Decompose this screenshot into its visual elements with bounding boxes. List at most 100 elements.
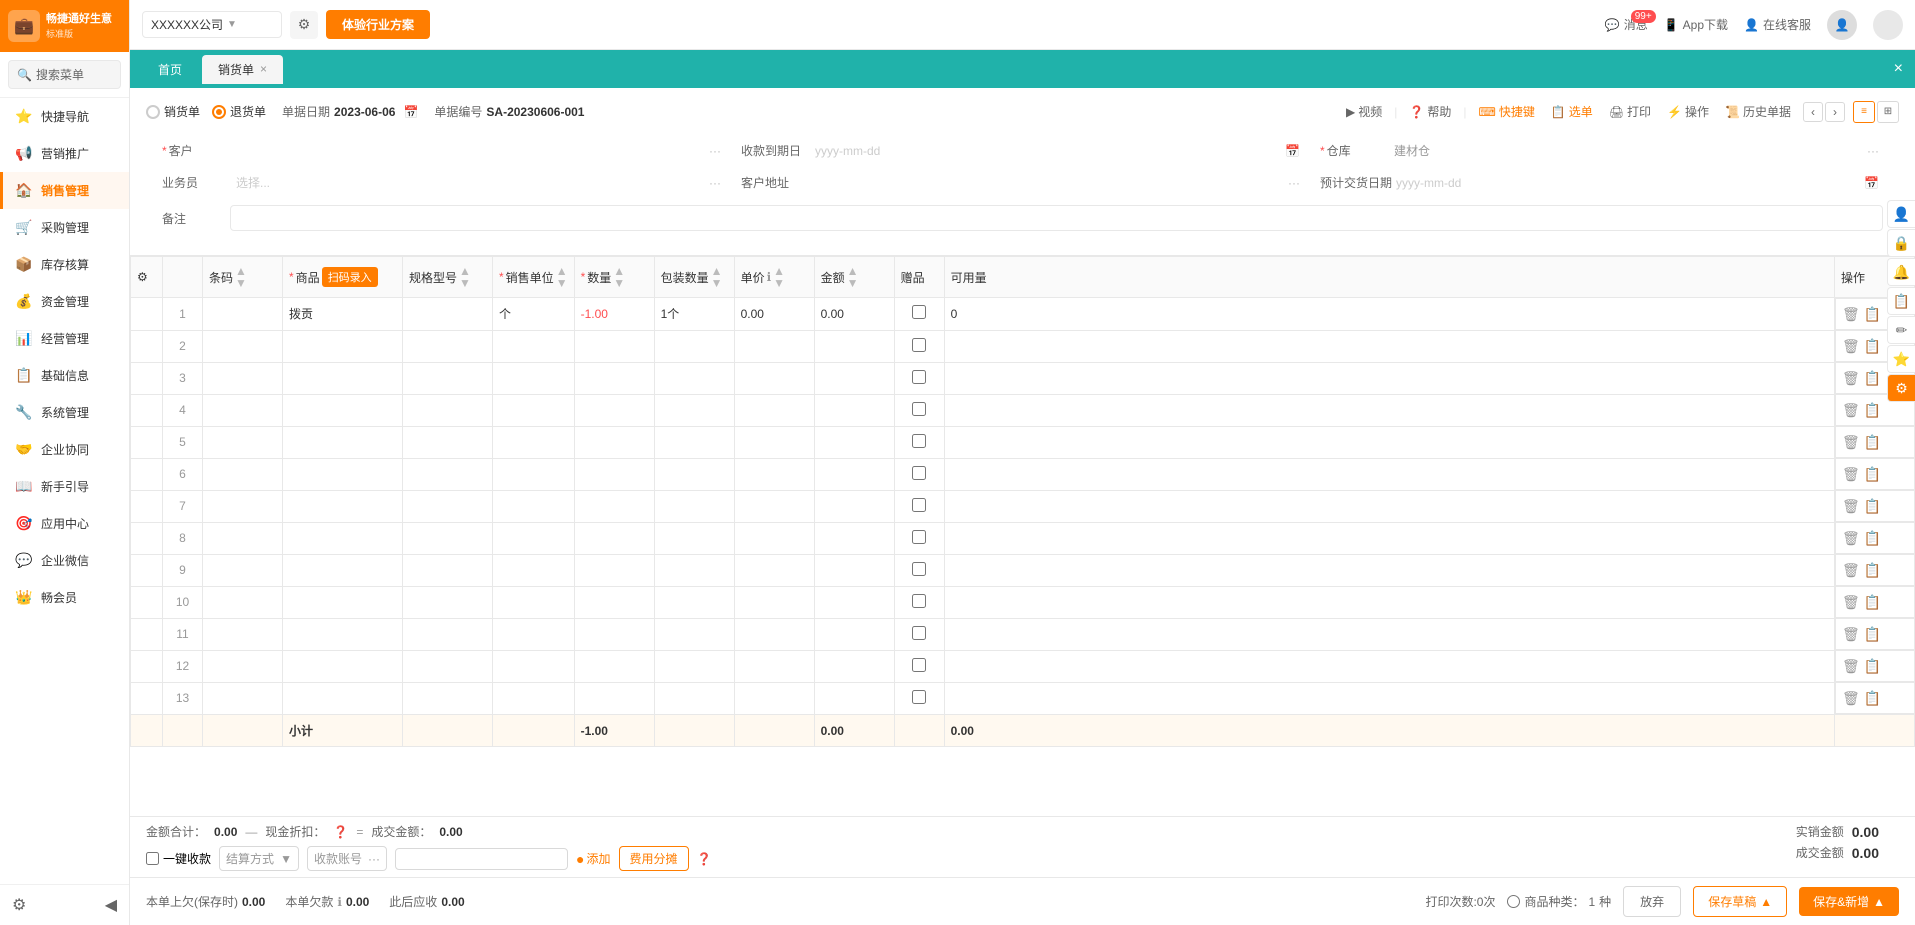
- warehouse-dots-icon[interactable]: ···: [1867, 144, 1879, 158]
- collapse-arrow-icon[interactable]: ◀: [105, 895, 117, 915]
- gift-checkbox-11[interactable]: [912, 626, 926, 640]
- sidebar-item-inventory[interactable]: 📦 库存核算: [0, 246, 129, 283]
- settings-col-icon[interactable]: ⚙: [137, 270, 148, 284]
- gift-checkbox-8[interactable]: [912, 530, 926, 544]
- discount-info-icon[interactable]: ❓: [333, 825, 348, 839]
- float-btn-bell[interactable]: 🔔: [1887, 258, 1915, 286]
- copy-row-icon-5[interactable]: 📋: [1864, 434, 1881, 451]
- sidebar-item-wechat[interactable]: 💬 企业微信: [0, 542, 129, 579]
- delete-row-icon-9[interactable]: 🗑: [1842, 562, 1860, 579]
- customer-input[interactable]: ···: [232, 142, 725, 160]
- gift-checkbox-10[interactable]: [912, 594, 926, 608]
- abandon-button[interactable]: 放弃: [1623, 886, 1681, 917]
- select-order-button[interactable]: 📋 选单: [1547, 100, 1597, 123]
- amount-input[interactable]: [395, 848, 568, 870]
- delete-row-icon-5[interactable]: 🗑: [1842, 434, 1860, 451]
- calc-method-select[interactable]: 结算方式 ▼: [219, 846, 299, 871]
- next-record-button[interactable]: ›: [1825, 102, 1845, 122]
- sidebar-item-member[interactable]: 👑 畅会员: [0, 579, 129, 616]
- delete-row-icon-10[interactable]: 🗑: [1842, 594, 1860, 611]
- user-settings-avatar[interactable]: [1873, 10, 1903, 40]
- copy-row-icon-11[interactable]: 📋: [1864, 626, 1881, 643]
- fee-split-info-icon[interactable]: ❓: [697, 852, 712, 866]
- customer-dots-icon[interactable]: ···: [709, 144, 721, 158]
- fee-split-button[interactable]: 费用分摊: [619, 846, 689, 871]
- trial-plan-button[interactable]: 体验行业方案: [326, 10, 430, 39]
- delete-row-icon-12[interactable]: 🗑: [1842, 658, 1860, 675]
- sidebar-item-finance[interactable]: 💰 资金管理: [0, 283, 129, 320]
- copy-row-icon-4[interactable]: 📋: [1864, 402, 1881, 419]
- grid-view-button[interactable]: ⊞: [1877, 101, 1899, 123]
- account-select[interactable]: 收款账号 ···: [307, 846, 387, 871]
- account-dots-icon[interactable]: ···: [368, 852, 380, 866]
- history-button[interactable]: 📜 历史单据: [1721, 100, 1795, 123]
- copy-row-icon-13[interactable]: 📋: [1864, 690, 1881, 707]
- delete-row-icon-2[interactable]: 🗑: [1842, 338, 1860, 355]
- list-view-button[interactable]: ≡: [1853, 101, 1875, 123]
- sidebar-item-guide[interactable]: 📖 新手引导: [0, 468, 129, 505]
- one-click-pay-check[interactable]: [146, 852, 159, 865]
- copy-row-icon-7[interactable]: 📋: [1864, 498, 1881, 515]
- save-new-button[interactable]: 保存&新增 ▲: [1799, 887, 1899, 916]
- sidebar-item-business[interactable]: 📊 经营管理: [0, 320, 129, 357]
- float-btn-lock[interactable]: 🔒: [1887, 229, 1915, 257]
- product-type-radio[interactable]: [1507, 895, 1520, 908]
- help-button[interactable]: ❓ 帮助: [1405, 100, 1455, 123]
- sidebar-item-marketing[interactable]: 📢 营销推广: [0, 135, 129, 172]
- tab-close-icon[interactable]: ×: [260, 62, 267, 76]
- gift-checkbox-6[interactable]: [912, 466, 926, 480]
- customer-addr-dots-icon[interactable]: ···: [1288, 176, 1300, 190]
- th-settings[interactable]: ⚙: [131, 257, 163, 298]
- remark-input[interactable]: [230, 205, 1883, 231]
- topbar-gear-button[interactable]: ⚙: [290, 11, 318, 39]
- warehouse-input[interactable]: 建材仓 ···: [1390, 140, 1883, 161]
- delete-row-icon-6[interactable]: 🗑: [1842, 466, 1860, 483]
- product-type-filter[interactable]: [1507, 895, 1520, 908]
- date-calendar-icon[interactable]: 📅: [403, 105, 418, 119]
- radio-sale-order[interactable]: 销货单: [146, 103, 200, 120]
- delete-row-icon-8[interactable]: 🗑: [1842, 530, 1860, 547]
- payment-due-input[interactable]: yyyy-mm-dd 📅: [811, 142, 1304, 160]
- sidebar-item-quick-nav[interactable]: ⭐ 快捷导航: [0, 98, 129, 135]
- gift-checkbox-7[interactable]: [912, 498, 926, 512]
- delete-row-icon-13[interactable]: 🗑: [1842, 690, 1860, 707]
- save-draft-dropdown-icon[interactable]: ▲: [1760, 895, 1772, 909]
- gift-checkbox-12[interactable]: [912, 658, 926, 672]
- online-service-button[interactable]: 👤 在线客服: [1744, 16, 1811, 33]
- delete-row-icon-1[interactable]: 🗑: [1842, 306, 1860, 323]
- delete-row-icon-7[interactable]: 🗑: [1842, 498, 1860, 515]
- gift-checkbox-13[interactable]: [912, 690, 926, 704]
- copy-row-icon-3[interactable]: 📋: [1864, 370, 1881, 387]
- tab-home[interactable]: 首页: [142, 55, 198, 84]
- sidebar-item-collab[interactable]: 🤝 企业协同: [0, 431, 129, 468]
- customer-addr-input[interactable]: ···: [811, 174, 1304, 192]
- app-download-button[interactable]: 📱 App下载: [1664, 16, 1728, 33]
- operate-button[interactable]: ⚡ 操作: [1663, 100, 1713, 123]
- sidebar-item-app-center[interactable]: 🎯 应用中心: [0, 505, 129, 542]
- sidebar-item-basic-info[interactable]: 📋 基础信息: [0, 357, 129, 394]
- close-all-tabs-icon[interactable]: ×: [1894, 60, 1903, 78]
- gift-checkbox-4[interactable]: [912, 402, 926, 416]
- gift-checkbox-5[interactable]: [912, 434, 926, 448]
- debt-info-icon[interactable]: ℹ: [337, 895, 342, 909]
- payment-due-calendar-icon[interactable]: 📅: [1285, 144, 1300, 158]
- delete-row-icon-4[interactable]: 🗑: [1842, 402, 1860, 419]
- float-btn-edit[interactable]: ✏: [1887, 316, 1915, 344]
- expected-date-input[interactable]: yyyy-mm-dd 📅: [1392, 174, 1883, 192]
- copy-row-icon-2[interactable]: 📋: [1864, 338, 1881, 355]
- delete-row-icon-3[interactable]: 🗑: [1842, 370, 1860, 387]
- float-btn-star[interactable]: ⭐: [1887, 345, 1915, 373]
- copy-row-icon-1[interactable]: 📋: [1864, 306, 1881, 323]
- add-payment-button[interactable]: ● 添加: [576, 850, 610, 867]
- sidebar-item-purchase[interactable]: 🛒 采购管理: [0, 209, 129, 246]
- gift-checkbox-3[interactable]: [912, 370, 926, 384]
- float-btn-clipboard[interactable]: 📋: [1887, 287, 1915, 315]
- save-draft-button[interactable]: 保存草稿 ▲: [1693, 886, 1787, 917]
- sidebar-item-sales[interactable]: 🏠 销售管理: [0, 172, 129, 209]
- one-click-pay-checkbox[interactable]: 一键收款: [146, 850, 211, 867]
- expected-date-calendar-icon[interactable]: 📅: [1864, 176, 1879, 190]
- prev-record-button[interactable]: ‹: [1803, 102, 1823, 122]
- scan-button[interactable]: 扫码录入: [322, 267, 378, 287]
- radio-return-order[interactable]: 退货单: [212, 103, 266, 120]
- search-menu-button[interactable]: 🔍 搜索菜单: [8, 60, 121, 89]
